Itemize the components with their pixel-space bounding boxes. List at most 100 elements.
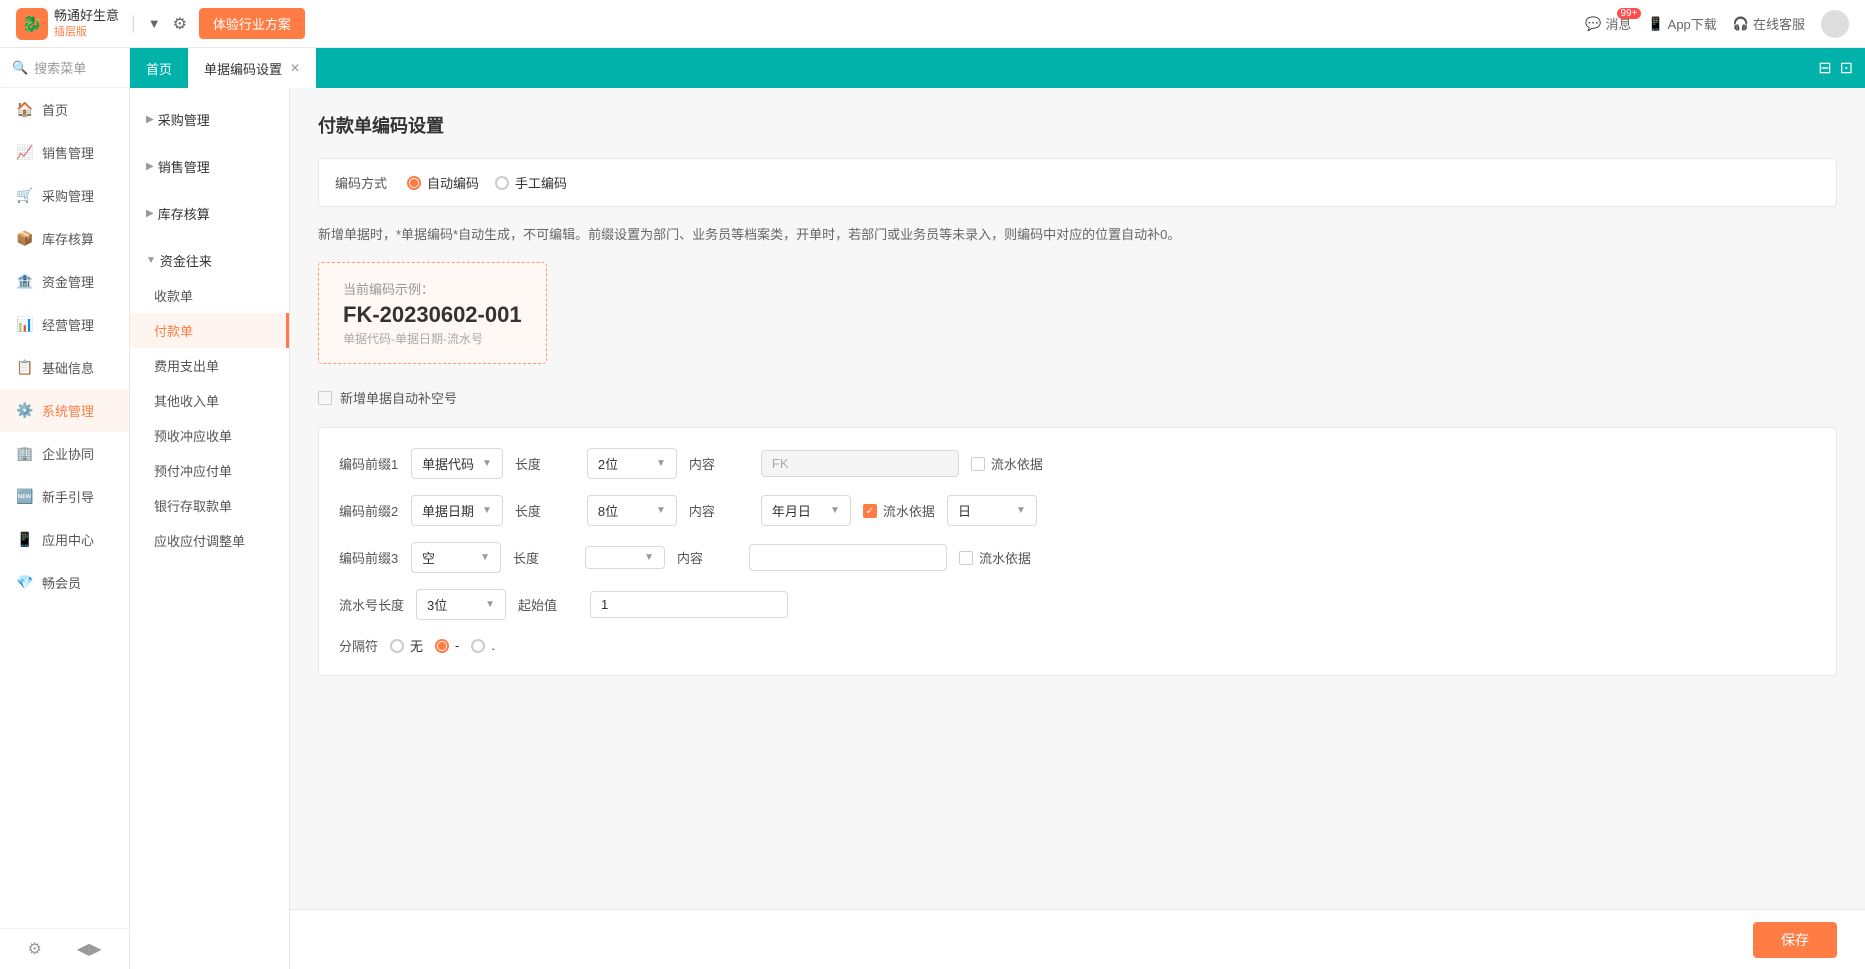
basic-icon: 📋 [16,359,34,377]
serial2-unit-select[interactable]: 日 ▼ [947,495,1037,526]
sec-menu-item-expense[interactable]: 费用支出单 [130,348,289,383]
sidebar-item-label: 资金管理 [42,272,94,291]
radio-auto-label: 自动编码 [427,173,479,192]
preview-box: 当前编码示例： FK-20230602-001 单据代码-单据日期-流水号 [318,262,547,364]
form-row-prefix1: 编码前缀1 单据代码 ▼ 长度 2位 ▼ 内容 [339,448,1816,479]
sec-menu-header-purchase[interactable]: ▶ 采购管理 [130,102,289,137]
serial3-checkbox[interactable] [959,551,973,565]
secondary-sidebar: ▶ 采购管理 ▶ 销售管理 ▶ 库存核算 [130,88,290,969]
sidebar-item-home[interactable]: 🏠 首页 [0,88,129,131]
service-btn[interactable]: 🎧 在线客服 [1733,14,1805,33]
sec-menu-header-sales[interactable]: ▶ 销售管理 [130,149,289,184]
sidebar-item-label: 系统管理 [42,401,94,420]
arrow-right-icon: ▶ [146,114,154,125]
collapse-icon[interactable]: ◀▶ [77,939,102,959]
tab-bar-actions: ⊟ ⊡ [1818,58,1865,78]
app-download-btn[interactable]: 📱 App下载 [1647,14,1716,33]
sidebar-item-apps[interactable]: 📱 应用中心 [0,518,129,561]
tab-encoding[interactable]: 单据编码设置 ✕ [188,48,316,88]
topbar-dropdown[interactable]: ▼ [148,16,161,31]
sidebar-item-guide[interactable]: 🆕 新手引导 [0,475,129,518]
content1-input[interactable] [761,450,959,477]
sidebar: 🔍 搜索菜单 🏠 首页 📈 销售管理 🛒 采购管理 📦 库存核算 🏦 [0,48,130,969]
sidebar-item-label: 应用中心 [42,530,94,549]
sidebar-item-operations[interactable]: 📊 经营管理 [0,303,129,346]
tab-home[interactable]: 首页 [130,48,188,88]
sec-menu-sales-label: 销售管理 [158,157,210,176]
content1-label: 内容 [689,454,749,473]
sidebar-item-label: 经营管理 [42,315,94,334]
serial1-checkbox[interactable] [971,457,985,471]
auto-fill-checkbox[interactable] [318,391,332,405]
sidebar-item-member[interactable]: 💎 畅会员 [0,561,129,604]
serial2-checkbox[interactable]: ✓ [863,504,877,518]
start-value-input[interactable] [590,591,788,618]
tab-close-icon[interactable]: ✕ [290,61,300,75]
sec-menu-group-sales: ▶ 销售管理 [130,143,289,190]
sidebar-item-sales[interactable]: 📈 销售管理 [0,131,129,174]
prefix1-arrow-icon: ▼ [482,458,492,469]
content2-arrow-icon: ▼ [830,505,840,516]
sidebar-item-finance[interactable]: 🏦 资金管理 [0,260,129,303]
save-button[interactable]: 保存 [1753,922,1837,958]
sec-menu-item-receipt[interactable]: 收款单 [130,278,289,313]
sidebar-item-label: 销售管理 [42,143,94,162]
content2-select[interactable]: 年月日 ▼ [761,495,851,526]
sep-dot-option[interactable]: . [471,638,495,653]
sidebar-search[interactable]: 🔍 搜索菜单 [0,48,129,88]
serial-length-value: 3位 [427,595,447,614]
sidebar-item-inventory[interactable]: 📦 库存核算 [0,217,129,260]
tab-minimize-icon[interactable]: ⊟ [1818,58,1831,78]
sec-menu-item-advance-payment[interactable]: 预付冲应付单 [130,453,289,488]
service-label: 在线客服 [1753,14,1805,33]
sidebar-item-basic[interactable]: 📋 基础信息 [0,346,129,389]
sep-dash-option[interactable]: - [435,638,459,653]
prefix1-select[interactable]: 单据代码 ▼ [411,448,503,479]
serial2-checkbox-item: ✓ 流水依据 [863,501,935,520]
experience-btn[interactable]: 体验行业方案 [199,8,305,39]
sec-menu-item-ar-ap-adjust[interactable]: 应收应付调整单 [130,523,289,558]
prefix3-select[interactable]: 空 ▼ [411,542,501,573]
radio-manual-label: 手工编码 [515,173,567,192]
sec-menu-item-bank-deposit[interactable]: 银行存取款单 [130,488,289,523]
member-icon: 💎 [16,574,34,592]
serial-length-select[interactable]: 3位 ▼ [416,589,506,620]
brand-tag: 插层版 [54,23,119,39]
length2-value: 8位 [598,501,618,520]
prefix3-label: 编码前缀3 [339,548,399,567]
length3-select[interactable]: ▼ [585,546,665,569]
gear-icon[interactable]: ⚙ [173,14,187,34]
tab-expand-icon[interactable]: ⊡ [1840,58,1853,78]
content3-input[interactable] [749,544,947,571]
sec-menu-header-capital[interactable]: ▼ 资金往来 [130,243,289,278]
avatar[interactable] [1821,10,1849,38]
operations-icon: 📊 [16,316,34,334]
form-row-prefix3: 编码前缀3 空 ▼ 长度 ▼ 内容 [339,542,1816,573]
sec-menu-item-payment[interactable]: 付款单 [130,313,289,348]
sec-menu-item-other-income[interactable]: 其他收入单 [130,383,289,418]
sep-none-option[interactable]: 无 [390,636,423,655]
sidebar-item-purchase[interactable]: 🛒 采购管理 [0,174,129,217]
length1-select[interactable]: 2位 ▼ [587,448,677,479]
sec-menu-group-capital: ▼ 资金往来 收款单 付款单 费用支出单 其他收入单 预收冲应收单 预付冲应付单… [130,237,289,564]
enterprise-icon: 🏢 [16,445,34,463]
sec-menu-item-advance-receipt[interactable]: 预收冲应收单 [130,418,289,453]
serial2-unit-value: 日 [958,501,971,520]
serial2-label: 流水依据 [883,501,935,520]
sep-dash-label: - [455,638,459,653]
sec-menu-header-inventory[interactable]: ▶ 库存核算 [130,196,289,231]
message-btn[interactable]: 💬 消息 99+ [1585,14,1631,33]
radio-manual-code[interactable]: 手工编码 [495,173,567,192]
sidebar-item-enterprise[interactable]: 🏢 企业协同 [0,432,129,475]
length2-select[interactable]: 8位 ▼ [587,495,677,526]
serial-length-arrow-icon: ▼ [485,599,495,610]
right-section: 首页 单据编码设置 ✕ ⊟ ⊡ ▶ 采购管理 [130,48,1865,969]
serial2-unit-arrow-icon: ▼ [1016,505,1026,516]
form-row-serial: 流水号长度 3位 ▼ 起始值 [339,589,1816,620]
prefix2-label: 编码前缀2 [339,501,399,520]
radio-auto-code[interactable]: 自动编码 [407,173,479,192]
prefix2-select[interactable]: 单据日期 ▼ [411,495,503,526]
message-badge: 99+ [1617,8,1642,19]
sidebar-item-system[interactable]: ⚙️ 系统管理 [0,389,129,432]
settings-footer-icon[interactable]: ⚙ [28,939,42,959]
